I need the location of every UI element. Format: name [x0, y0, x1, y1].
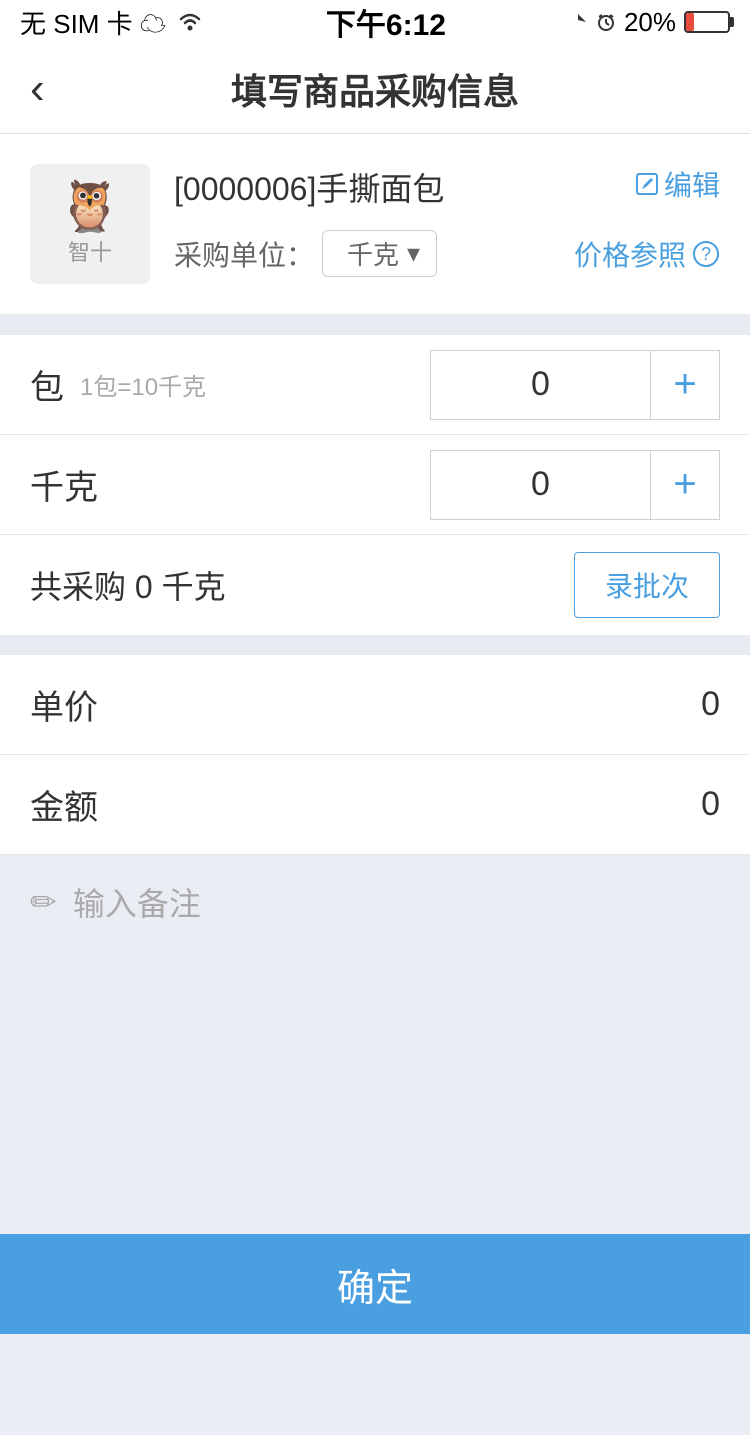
bao-sub: 1包=10千克	[80, 367, 206, 402]
confirm-label: 确定	[337, 1257, 413, 1312]
remarks-section[interactable]: ✏ 输入备注	[0, 855, 750, 1035]
product-name: [0000006]手撕面包	[174, 164, 634, 210]
bao-label: 包 1包=10千克	[30, 360, 206, 409]
amount-value: 0	[701, 785, 720, 824]
nav-bar: ‹ 填写商品采购信息	[0, 44, 750, 134]
sim-label: 无 SIM 卡 ☁	[20, 4, 166, 41]
product-img-label: 智十	[68, 235, 112, 267]
product-name-row: [0000006]手撕面包 编辑	[174, 164, 720, 210]
edit-icon	[634, 171, 660, 197]
section-divider-2	[0, 635, 750, 655]
product-info: [0000006]手撕面包 编辑 采购单位： 千克 ▾ 价格参照	[174, 164, 720, 277]
edit-label: 编辑	[664, 164, 720, 204]
chevron-down-icon: ▾	[407, 238, 420, 269]
summary-amount: 0	[135, 569, 162, 605]
help-icon: ?	[692, 240, 720, 268]
back-button[interactable]: ‹	[30, 64, 45, 114]
product-card: 🦉 智十 [0000006]手撕面包 编辑 采购单位： 千克 ▾	[0, 134, 750, 315]
product-image: 🦉 智十	[30, 164, 150, 284]
kg-input[interactable]	[430, 450, 650, 520]
bao-plus-button[interactable]: +	[650, 350, 720, 420]
summary-unit: 千克	[162, 569, 226, 605]
price-ref-button[interactable]: 价格参照 ?	[574, 234, 720, 274]
status-left: 无 SIM 卡 ☁	[20, 4, 204, 41]
status-time: 下午6:12	[326, 0, 446, 44]
bao-row: 包 1包=10千克 +	[0, 335, 750, 435]
bao-input-group: +	[430, 350, 720, 420]
kg-label-wrap: 千克	[30, 460, 98, 509]
amount-row: 金额 0	[0, 755, 750, 855]
kg-plus-button[interactable]: +	[650, 450, 720, 520]
unit-label: 采购单位：	[174, 234, 314, 274]
unit-price-label: 单价	[30, 680, 98, 729]
kg-input-group: +	[430, 450, 720, 520]
battery-percent: 20%	[624, 7, 676, 38]
edit-button[interactable]: 编辑	[634, 164, 720, 204]
amount-label: 金额	[30, 780, 98, 829]
status-right: 20%	[568, 7, 730, 38]
confirm-button[interactable]: 确定	[0, 1234, 750, 1334]
pencil-icon: ✏	[30, 883, 57, 921]
summary-label: 共采购	[30, 569, 135, 605]
summary-text: 共采购 0 千克	[30, 562, 226, 608]
price-section: 单价 0 金额 0	[0, 655, 750, 855]
page-title: 填写商品采购信息	[231, 63, 519, 115]
status-bar: 无 SIM 卡 ☁ 下午6:12 20%	[0, 0, 750, 44]
form-section: 包 1包=10千克 + 千克 +	[0, 335, 750, 535]
batch-button[interactable]: 录批次	[574, 552, 720, 618]
location-icon	[568, 12, 588, 32]
bao-char: 包	[30, 360, 64, 409]
alarm-icon	[596, 12, 616, 32]
kg-label: 千克	[30, 460, 98, 509]
summary-row: 共采购 0 千克 录批次	[0, 535, 750, 635]
unit-price-row: 单价 0	[0, 655, 750, 755]
unit-selector[interactable]: 千克 ▾	[322, 230, 437, 277]
unit-price-value: 0	[701, 685, 720, 724]
bao-input[interactable]	[430, 350, 650, 420]
price-ref-label: 价格参照	[574, 234, 686, 274]
svg-text:?: ?	[701, 244, 711, 264]
remarks-placeholder: 输入备注	[73, 879, 201, 925]
wifi-icon	[176, 12, 204, 32]
product-unit-row: 采购单位： 千克 ▾ 价格参照 ?	[174, 230, 720, 277]
product-owl-icon: 🦉	[59, 181, 121, 231]
unit-value: 千克	[347, 235, 399, 272]
battery-icon	[684, 11, 730, 33]
kg-row: 千克 +	[0, 435, 750, 535]
section-divider-1	[0, 315, 750, 335]
